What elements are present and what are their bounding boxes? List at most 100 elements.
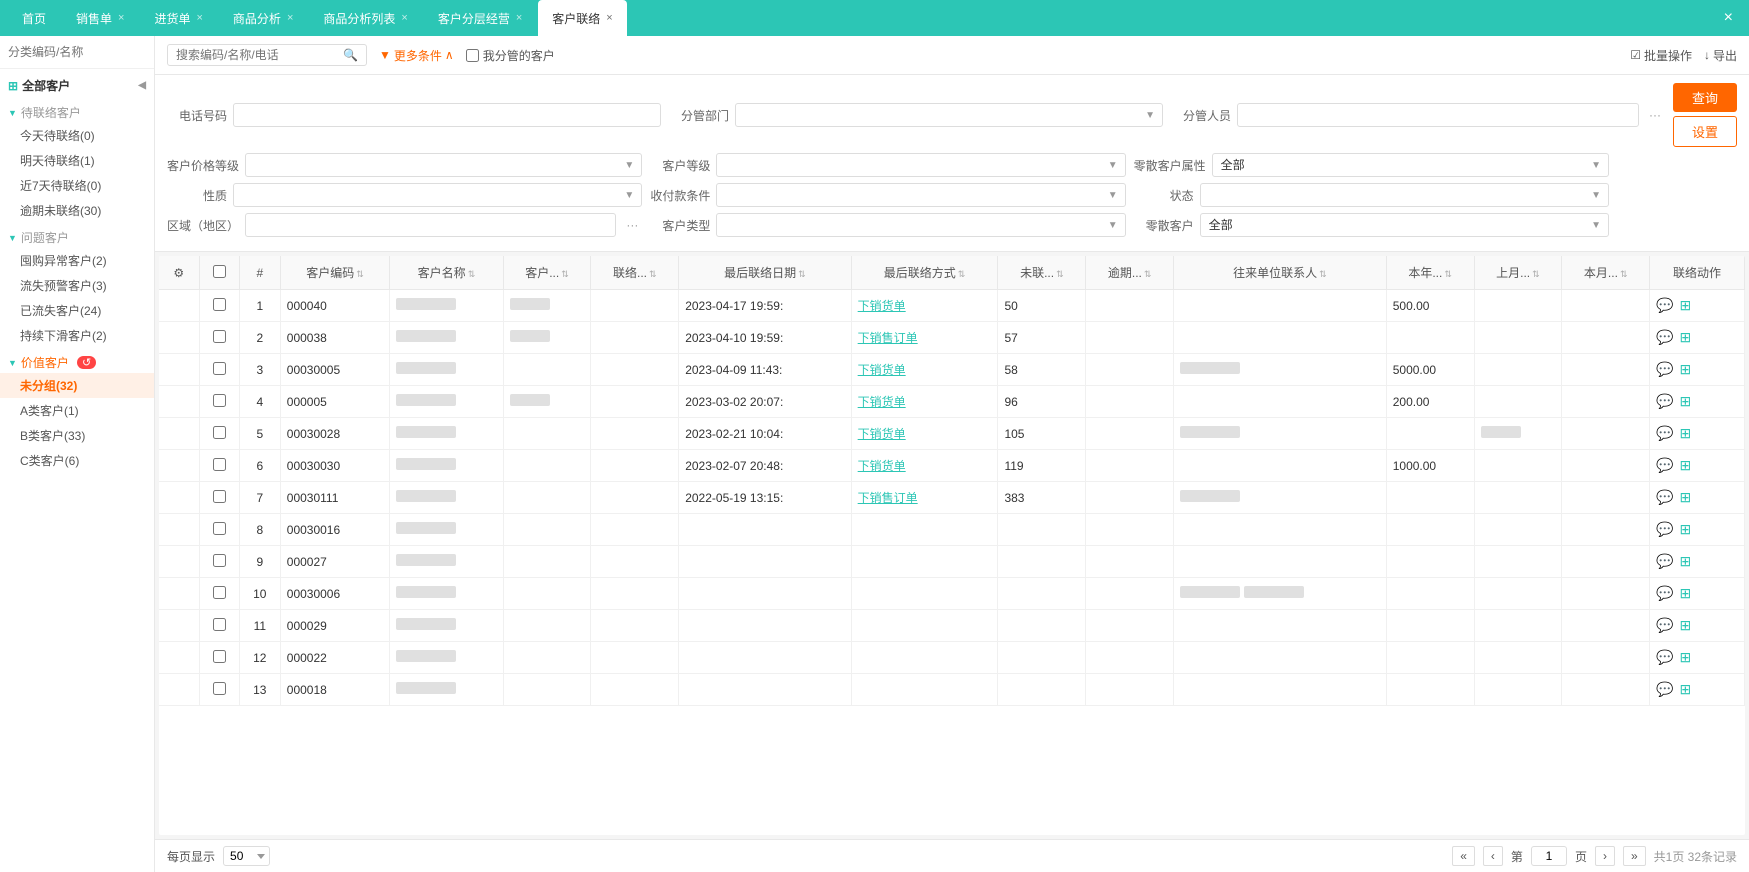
export-button[interactable]: ↓ 导出 [1704, 47, 1737, 64]
qr-action-icon[interactable]: ⊞ [1680, 393, 1692, 410]
contact-method-link[interactable]: 下销货单 [858, 363, 906, 377]
close-product-analysis-tab[interactable]: × [287, 12, 293, 24]
row-checkbox-cell[interactable] [199, 322, 239, 354]
sidebar-search-box[interactable]: 🔍 [0, 36, 154, 69]
prev-page-button[interactable]: ‹ [1483, 846, 1503, 866]
filter-customer-level-select[interactable] [716, 153, 1125, 177]
select-all-checkbox[interactable] [213, 265, 226, 278]
filter-retail-attr-select-wrapper[interactable]: 全部 ▼ [1212, 153, 1609, 177]
contact-method-link[interactable]: 下销售订单 [858, 331, 918, 345]
chat-action-icon[interactable]: 💬 [1656, 585, 1673, 602]
row-checkbox-cell[interactable] [199, 290, 239, 322]
row-actions[interactable]: 💬⊞ [1650, 578, 1745, 610]
row-actions[interactable]: 💬⊞ [1650, 642, 1745, 674]
gear-column-header[interactable]: ⚙ [159, 256, 199, 290]
group-problem-customer[interactable]: ▼ 问题客户 [0, 223, 154, 248]
year-amount-column-header[interactable]: 本年...⇅ [1386, 256, 1474, 290]
search-input[interactable] [176, 48, 339, 62]
page-size-select[interactable]: 50 20 100 [223, 846, 270, 866]
tab-customer-segment[interactable]: 客户分层经营 × [424, 0, 536, 36]
qr-action-icon[interactable]: ⊞ [1680, 489, 1692, 506]
row-actions[interactable]: 💬⊞ [1650, 482, 1745, 514]
sidebar-item-tomorrow-pending[interactable]: 明天待联络(1) [0, 148, 154, 173]
tab-sales[interactable]: 销售单 × [62, 0, 138, 36]
qr-action-icon[interactable]: ⊞ [1680, 649, 1692, 666]
close-purchase-tab[interactable]: × [196, 12, 202, 24]
row-checkbox[interactable] [213, 394, 226, 407]
row-checkbox-cell[interactable] [199, 546, 239, 578]
row-last-contact-method[interactable]: 下销货单 [851, 290, 998, 322]
row-checkbox[interactable] [213, 426, 226, 439]
row-actions[interactable]: 💬⊞ [1650, 386, 1745, 418]
qr-action-icon[interactable]: ⊞ [1680, 681, 1692, 698]
my-customers-check[interactable] [466, 49, 479, 62]
row-checkbox-cell[interactable] [199, 578, 239, 610]
filter-retail-attr-select[interactable]: 全部 [1212, 153, 1609, 177]
not-contact-days-column-header[interactable]: 未联...⇅ [998, 256, 1086, 290]
row-checkbox[interactable] [213, 490, 226, 503]
row-checkbox[interactable] [213, 650, 226, 663]
filter-department-select[interactable] [735, 103, 1163, 127]
filter-manager-input[interactable] [1237, 103, 1639, 127]
sidebar-item-class-c[interactable]: C类客户(6) [0, 448, 154, 473]
row-checkbox[interactable] [213, 618, 226, 631]
row-checkbox[interactable] [213, 330, 226, 343]
row-actions[interactable]: 💬⊞ [1650, 450, 1745, 482]
page-number-input[interactable] [1531, 846, 1567, 866]
contact-method-link[interactable]: 下销货单 [858, 459, 906, 473]
row-checkbox-cell[interactable] [199, 354, 239, 386]
row-actions[interactable]: 💬⊞ [1650, 290, 1745, 322]
sidebar-item-7days-pending[interactable]: 近7天待联络(0) [0, 173, 154, 198]
chat-action-icon[interactable]: 💬 [1656, 681, 1673, 698]
filter-price-level-select-wrapper[interactable]: ▼ [245, 153, 642, 177]
row-checkbox[interactable] [213, 522, 226, 535]
sidebar-search-input[interactable] [8, 45, 155, 59]
filter-status-select-wrapper[interactable]: ▼ [1200, 183, 1609, 207]
tab-home[interactable]: 首页 [8, 0, 60, 36]
qr-action-icon[interactable]: ⊞ [1680, 297, 1692, 314]
contact-column-header[interactable]: 联络...⇅ [591, 256, 679, 290]
row-checkbox[interactable] [213, 554, 226, 567]
filter-phone-input[interactable] [233, 103, 661, 127]
qr-action-icon[interactable]: ⊞ [1680, 617, 1692, 634]
sidebar-item-overdue-pending[interactable]: 逾期未联络(30) [0, 198, 154, 223]
name-column-header[interactable]: 客户名称⇅ [390, 256, 503, 290]
filter-department-select-wrapper[interactable]: ▼ [735, 103, 1163, 127]
row-actions[interactable]: 💬⊞ [1650, 610, 1745, 642]
qr-action-icon[interactable]: ⊞ [1680, 585, 1692, 602]
qr-action-icon[interactable]: ⊞ [1680, 361, 1692, 378]
tab-customer-contact[interactable]: 客户联络 × [538, 0, 626, 36]
filter-payment-select[interactable] [716, 183, 1125, 207]
refresh-badge[interactable]: ↺ [77, 356, 96, 369]
chat-action-icon[interactable]: 💬 [1656, 297, 1673, 314]
query-button[interactable]: 查询 [1673, 83, 1737, 112]
row-actions[interactable]: 💬⊞ [1650, 674, 1745, 706]
sidebar-item-today-pending[interactable]: 今天待联络(0) [0, 123, 154, 148]
area-more-icon[interactable]: ··· [622, 218, 642, 232]
filter-nature-select-wrapper[interactable]: ▼ [233, 183, 642, 207]
row-actions[interactable]: 💬⊞ [1650, 418, 1745, 450]
row-checkbox[interactable] [213, 298, 226, 311]
row-last-contact-method[interactable]: 下销售订单 [851, 322, 998, 354]
batch-op-button[interactable]: ☑ 批量操作 [1630, 47, 1692, 64]
last-contact-method-column-header[interactable]: 最后联络方式⇅ [851, 256, 998, 290]
row-checkbox-cell[interactable] [199, 642, 239, 674]
qr-action-icon[interactable]: ⊞ [1680, 553, 1692, 570]
type-column-header[interactable]: 客户...⇅ [503, 256, 591, 290]
row-last-contact-method[interactable]: 下销货单 [851, 418, 998, 450]
manager-more-icon[interactable]: ··· [1645, 108, 1665, 122]
row-last-contact-method[interactable]: 下销售订单 [851, 482, 998, 514]
filter-customer-type-select-wrapper[interactable]: ▼ [716, 213, 1125, 237]
row-checkbox-cell[interactable] [199, 418, 239, 450]
qr-action-icon[interactable]: ⊞ [1680, 425, 1692, 442]
close-customer-segment-tab[interactable]: × [516, 12, 522, 24]
overdue-days-column-header[interactable]: 逾期...⇅ [1086, 256, 1174, 290]
row-checkbox-cell[interactable] [199, 674, 239, 706]
row-checkbox-cell[interactable] [199, 450, 239, 482]
chat-action-icon[interactable]: 💬 [1656, 425, 1673, 442]
last-contact-date-column-header[interactable]: 最后联络日期⇅ [679, 256, 851, 290]
close-product-analysis-list-tab[interactable]: × [401, 12, 407, 24]
all-customers-header[interactable]: ⊞ 全部客户 ◀ [0, 69, 154, 98]
row-last-contact-method[interactable]: 下销货单 [851, 450, 998, 482]
next-page-button[interactable]: › [1595, 846, 1615, 866]
